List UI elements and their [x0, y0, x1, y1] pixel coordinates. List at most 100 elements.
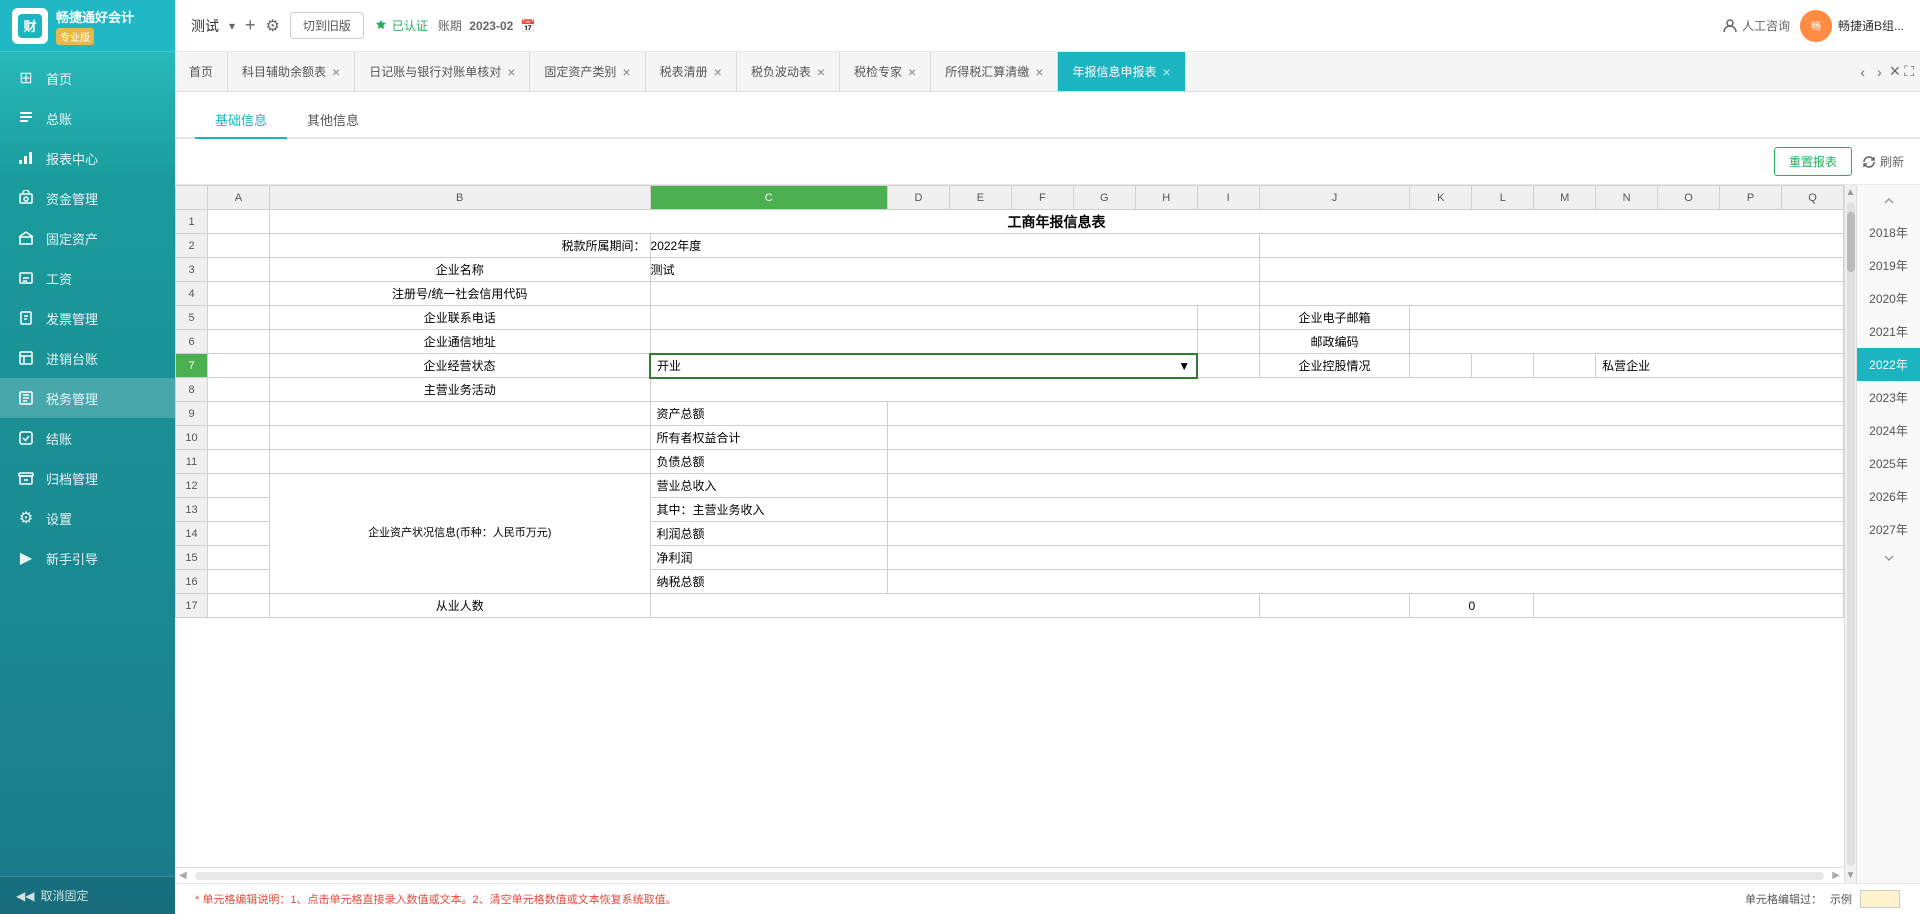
sidebar-item-funds[interactable]: 资金管理 [0, 178, 175, 218]
tab-close-icon[interactable]: × [507, 64, 515, 80]
cell-5K[interactable] [1410, 306, 1844, 330]
cell-3B[interactable]: 企业名称 [269, 258, 650, 282]
cell-16D[interactable] [887, 570, 1843, 594]
year-nav-up-button[interactable] [1857, 189, 1920, 216]
tab-expand-button[interactable]: ⛶ [1904, 63, 1914, 80]
col-header-N[interactable]: N [1596, 186, 1658, 210]
col-header-B[interactable]: B [269, 186, 650, 210]
cell-6J[interactable]: 邮政编码 [1259, 330, 1410, 354]
year-2026[interactable]: 2026年 [1857, 480, 1920, 513]
cell-11C[interactable]: 负债总额 [650, 450, 887, 474]
col-header-L[interactable]: L [1472, 186, 1534, 210]
cell-4J[interactable] [1259, 282, 1843, 306]
col-header-J[interactable]: J [1259, 186, 1410, 210]
cell-5C[interactable] [650, 306, 1197, 330]
cell-12D[interactable] [887, 474, 1843, 498]
cell-17A[interactable] [208, 594, 270, 618]
sidebar-item-payroll[interactable]: 工资 [0, 258, 175, 298]
year-2021[interactable]: 2021年 [1857, 315, 1920, 348]
cell-1-title[interactable]: 工商年报信息表 [269, 210, 1843, 234]
cell-7N[interactable]: 私营企业 [1596, 354, 1844, 378]
sidebar-collapse-button[interactable]: ◀◀ 取消固定 [0, 876, 175, 914]
col-header-D[interactable]: D [887, 186, 949, 210]
tab-tax-clear[interactable]: 税表清册 × [646, 52, 737, 91]
cell-17J[interactable]: 0 [1410, 594, 1534, 618]
spreadsheet-container[interactable]: A B C D E F G H I J [175, 185, 1844, 867]
cell-8C[interactable] [650, 378, 1843, 402]
tab-home[interactable]: 首页 [175, 52, 228, 91]
col-header-M[interactable]: M [1534, 186, 1596, 210]
cell-2A[interactable] [208, 234, 270, 258]
cell-7A[interactable] [208, 354, 270, 378]
tab-prev-button[interactable]: ‹ [1856, 62, 1869, 82]
cell-16C[interactable]: 纳税总额 [650, 570, 887, 594]
cell-6A[interactable] [208, 330, 270, 354]
cell-2B[interactable]: 税款所属期间： [269, 234, 650, 258]
cell-4B[interactable]: 注册号/统一社会信用代码 [269, 282, 650, 306]
sub-tab-other[interactable]: 其他信息 [287, 102, 379, 139]
tab-close-icon[interactable]: × [817, 64, 825, 80]
tab-income-tax[interactable]: 所得税汇算清缴 × [931, 52, 1058, 91]
cell-12C[interactable]: 营业总收入 [650, 474, 887, 498]
cell-17C[interactable] [650, 594, 1259, 618]
cell-10C[interactable]: 所有者权益合计 [650, 426, 887, 450]
year-2023[interactable]: 2023年 [1857, 381, 1920, 414]
cell-13A[interactable] [208, 498, 270, 522]
cell-7M[interactable] [1534, 354, 1596, 378]
cell-14D[interactable] [887, 522, 1843, 546]
tab-close-icon[interactable]: × [714, 64, 722, 80]
cell-17L[interactable] [1534, 594, 1844, 618]
cell-10A[interactable] [208, 426, 270, 450]
cell-7I[interactable] [1197, 354, 1259, 378]
cell-5A[interactable] [208, 306, 270, 330]
cell-7K[interactable] [1410, 354, 1472, 378]
cell-17B[interactable]: 从业人数 [269, 594, 650, 618]
sub-tab-basic[interactable]: 基础信息 [195, 102, 287, 139]
year-2020[interactable]: 2020年 [1857, 282, 1920, 315]
tab-tax-wave[interactable]: 税负波动表 × [737, 52, 840, 91]
year-2025[interactable]: 2025年 [1857, 447, 1920, 480]
year-2022[interactable]: 2022年 [1857, 348, 1920, 381]
cell-6B[interactable]: 企业通信地址 [269, 330, 650, 354]
cell-3J[interactable] [1259, 258, 1843, 282]
sidebar-item-guide[interactable]: ▶ 新手引导 [0, 538, 175, 578]
tab-close-icon[interactable]: × [1162, 64, 1170, 80]
cell-11A[interactable] [208, 450, 270, 474]
cell-9C[interactable]: 资产总额 [650, 402, 887, 426]
cell-2C[interactable]: 2022年度 [650, 234, 1259, 258]
cell-13C[interactable]: 其中：主营业务收入 [650, 498, 887, 522]
cell-7L[interactable] [1472, 354, 1534, 378]
cell-9A[interactable] [208, 402, 270, 426]
col-header-P[interactable]: P [1720, 186, 1782, 210]
topbar-settings-button[interactable]: ⚙ [266, 16, 280, 36]
calendar-icon[interactable]: 📅 [521, 19, 536, 33]
cell-12A[interactable] [208, 474, 270, 498]
user-menu[interactable]: 畅 畅捷通B组... [1800, 10, 1904, 42]
cell-7C[interactable]: 开业 ▼ [650, 354, 1197, 378]
refresh-button[interactable]: 刷新 [1862, 153, 1904, 170]
tab-close-all-button[interactable]: × [1890, 61, 1901, 82]
cell-9B[interactable] [269, 402, 650, 426]
tab-close-icon[interactable]: × [332, 64, 340, 80]
cell-15C[interactable]: 净利润 [650, 546, 887, 570]
cell-7J[interactable]: 企业控股情况 [1259, 354, 1410, 378]
tab-tax-check[interactable]: 税检专家 × [840, 52, 931, 91]
tab-annual-report[interactable]: 年报信息申报表 × [1058, 52, 1185, 91]
sidebar-item-settings[interactable]: ⚙ 设置 [0, 498, 175, 538]
sidebar-item-reports[interactable]: 报表中心 [0, 138, 175, 178]
cell-12B[interactable]: 企业资产状况信息(币种：人民币万元) [269, 474, 650, 594]
col-header-H[interactable]: H [1135, 186, 1197, 210]
v-scroll-track[interactable] [1847, 202, 1855, 866]
cell-1A[interactable] [208, 210, 270, 234]
tab-fixed-assets[interactable]: 固定资产类别 × [530, 52, 645, 91]
h-scrollbar[interactable] [195, 872, 1825, 880]
sidebar-item-settle[interactable]: 结账 [0, 418, 175, 458]
cell-2J[interactable] [1259, 234, 1843, 258]
tab-aux-balance[interactable]: 科目辅助余额表 × [228, 52, 355, 91]
cell-3C[interactable]: 测试 [650, 258, 1259, 282]
col-header-F[interactable]: F [1011, 186, 1073, 210]
company-dropdown-icon[interactable]: ▾ [229, 19, 235, 33]
cell-6C[interactable] [650, 330, 1197, 354]
col-header-C[interactable]: C [650, 186, 887, 210]
sidebar-item-fixed-assets[interactable]: 固定资产 [0, 218, 175, 258]
